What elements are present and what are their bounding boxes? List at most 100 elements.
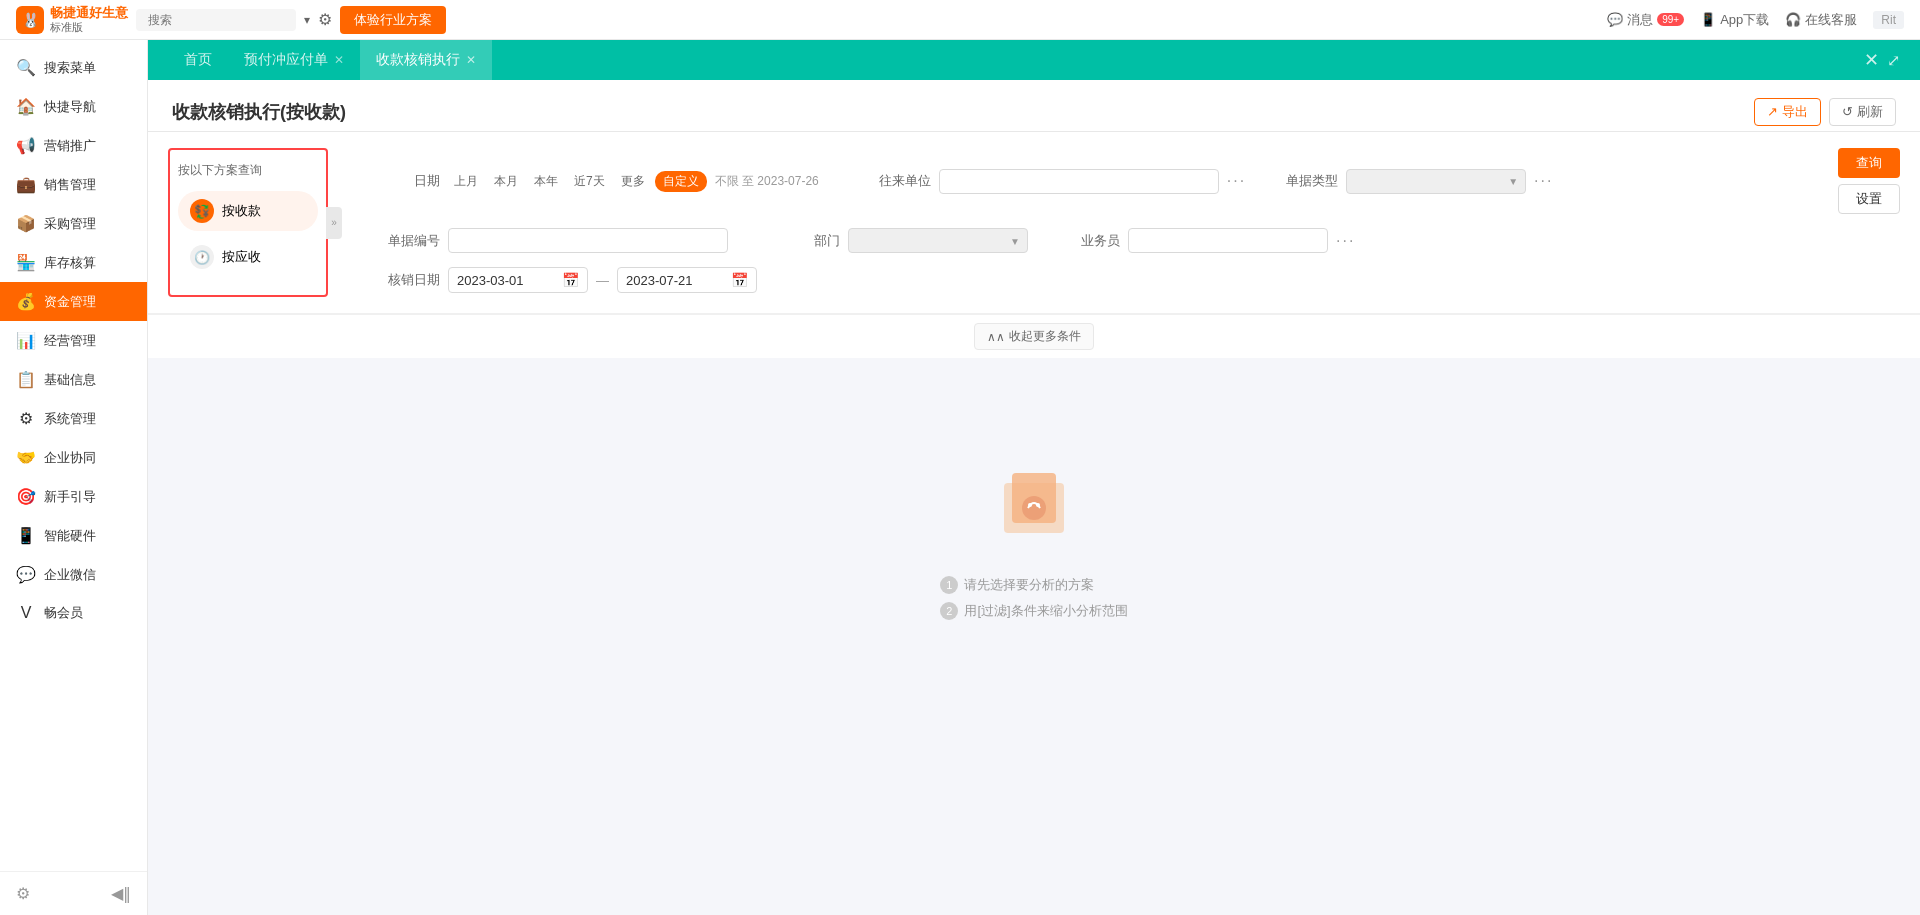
- doc-type-more-btn[interactable]: ···: [1534, 172, 1553, 190]
- sidebar-label-marketing: 营销推广: [44, 137, 96, 155]
- doc-type-select[interactable]: [1346, 169, 1526, 194]
- staff-group: 业务员 ···: [1064, 228, 1355, 253]
- collapse-icon[interactable]: ◀‖: [111, 884, 131, 903]
- settings-icon[interactable]: ⚙: [16, 884, 30, 903]
- message-icon: 💬: [1607, 12, 1623, 27]
- app-name: 畅捷通好生意: [50, 5, 128, 21]
- query-button[interactable]: 查询: [1838, 148, 1900, 178]
- mobile-icon: 📱: [1700, 12, 1716, 27]
- date-btn-custom[interactable]: 自定义: [655, 171, 707, 192]
- member-icon: V: [16, 604, 36, 622]
- sidebar-item-finance[interactable]: 💰 资金管理: [0, 282, 147, 321]
- date-range-hint: 不限 至 2023-07-26: [715, 173, 819, 190]
- sidebar-item-inventory[interactable]: 🏪 库存核算: [0, 243, 147, 282]
- sidebar-item-guide[interactable]: 🎯 新手引导: [0, 477, 147, 516]
- query-mode-collapse-btn[interactable]: »: [326, 207, 342, 239]
- date-btn-more[interactable]: 更多: [615, 171, 651, 192]
- search-input[interactable]: [136, 9, 296, 31]
- user-name[interactable]: Rit: [1873, 11, 1904, 29]
- date-btn-last-month[interactable]: 上月: [448, 171, 484, 192]
- doc-number-input[interactable]: [448, 228, 728, 253]
- sidebar-item-management[interactable]: 📊 经营管理: [0, 321, 147, 360]
- sidebar: 🔍 搜索菜单 🏠 快捷导航 📢 营销推广 💼 销售管理 📦 采购管理 🏪: [0, 40, 148, 915]
- counterparty-more-btn[interactable]: ···: [1227, 172, 1246, 190]
- tab-prepay[interactable]: 预付冲应付单 ✕: [228, 40, 360, 80]
- gear-icon[interactable]: ⚙: [318, 10, 332, 29]
- message-item[interactable]: 💬 消息 99+: [1607, 11, 1684, 29]
- system-icon: ⚙: [16, 409, 36, 428]
- writeoff-end-date[interactable]: 2023-07-21 📅: [617, 267, 757, 293]
- top-bar-left: 🐰 畅捷通好生意 标准版 ▾ ⚙ 体验行业方案: [16, 5, 446, 34]
- sidebar-item-sales[interactable]: 💼 销售管理: [0, 165, 147, 204]
- sidebar-item-system[interactable]: ⚙ 系统管理: [0, 399, 147, 438]
- sidebar-item-search[interactable]: 🔍 搜索菜单: [0, 48, 147, 87]
- top-bar-right: 💬 消息 99+ 📱 App下载 🎧 在线客服 Rit: [1607, 11, 1904, 29]
- sidebar-label-basic-info: 基础信息: [44, 371, 96, 389]
- date-btn-this-year[interactable]: 本年: [528, 171, 564, 192]
- sidebar-label-enterprise: 企业协同: [44, 449, 96, 467]
- sidebar-item-member[interactable]: V 畅会员: [0, 594, 147, 632]
- refresh-button[interactable]: ↺ 刷新: [1829, 98, 1896, 126]
- app-download-item[interactable]: 📱 App下载: [1700, 11, 1769, 29]
- staff-input[interactable]: [1128, 228, 1328, 253]
- tab-writeoff-close[interactable]: ✕: [466, 53, 476, 67]
- date-btn-this-month[interactable]: 本月: [488, 171, 524, 192]
- export-button[interactable]: ↗ 导出: [1754, 98, 1821, 126]
- query-mode-panel: 按以下方案查询 💱 按收款 🕐 按应收 »: [168, 148, 328, 297]
- query-mode-by-receipt[interactable]: 💱 按收款: [178, 191, 318, 231]
- sidebar-item-wechat[interactable]: 💬 企业微信: [0, 555, 147, 594]
- staff-more-btn[interactable]: ···: [1336, 232, 1355, 250]
- filter-fields: 日期 上月 本月 本年 近7天 更多 自定义 不限 至 2023-07-26: [352, 148, 1900, 297]
- sidebar-item-quicknav[interactable]: 🏠 快捷导航: [0, 87, 147, 126]
- close-window-icon[interactable]: ✕: [1864, 49, 1879, 71]
- counterparty-label: 往来单位: [875, 172, 931, 190]
- sidebar-item-purchase[interactable]: 📦 采购管理: [0, 204, 147, 243]
- tab-prepay-close[interactable]: ✕: [334, 53, 344, 67]
- marketing-icon: 📢: [16, 136, 36, 155]
- sidebar-label-member: 畅会员: [44, 604, 83, 622]
- query-mode-by-receivable[interactable]: 🕐 按应收: [178, 237, 318, 277]
- sidebar-item-basic-info[interactable]: 📋 基础信息: [0, 360, 147, 399]
- calendar-start-icon[interactable]: 📅: [562, 272, 579, 288]
- sidebar-label-search: 搜索菜单: [44, 59, 96, 77]
- filter-more: ∧∧ 收起更多条件: [148, 314, 1920, 358]
- sidebar-label-guide: 新手引导: [44, 488, 96, 506]
- expand-window-icon[interactable]: ⤢: [1887, 51, 1900, 70]
- collapse-more-button[interactable]: ∧∧ 收起更多条件: [974, 323, 1094, 350]
- tip-text-1: 请先选择要分析的方案: [964, 572, 1094, 598]
- date-group: 日期 上月 本月 本年 近7天 更多 自定义 不限 至 2023-07-26: [384, 171, 819, 192]
- tab-home-label: 首页: [184, 51, 212, 69]
- date-label: 日期: [384, 172, 440, 190]
- writeoff-start-date[interactable]: 2023-03-01 📅: [448, 267, 588, 293]
- logo-icon: 🐰: [16, 6, 44, 34]
- sidebar-item-hardware[interactable]: 📱 智能硬件: [0, 516, 147, 555]
- empty-tip-2: 2 用[过滤]条件来缩小分析范围: [940, 598, 1127, 624]
- sidebar-label-wechat: 企业微信: [44, 566, 96, 584]
- tip-num-1: 1: [940, 576, 958, 594]
- sidebar-label-hardware: 智能硬件: [44, 527, 96, 545]
- tab-writeoff[interactable]: 收款核销执行 ✕: [360, 40, 492, 80]
- sidebar-item-enterprise[interactable]: 🤝 企业协同: [0, 438, 147, 477]
- sidebar-label-management: 经营管理: [44, 332, 96, 350]
- dept-select[interactable]: [848, 228, 1028, 253]
- setting-button[interactable]: 设置: [1838, 184, 1900, 214]
- date-btn-7days[interactable]: 近7天: [568, 171, 611, 192]
- tab-prepay-label: 预付冲应付单: [244, 51, 328, 69]
- sidebar-label-quicknav: 快捷导航: [44, 98, 96, 116]
- sidebar-label-inventory: 库存核算: [44, 254, 96, 272]
- dropdown-icon[interactable]: ▾: [304, 13, 310, 27]
- page-title: 收款核销执行(按收款): [172, 100, 346, 124]
- online-service-item[interactable]: 🎧 在线客服: [1785, 11, 1857, 29]
- tab-home[interactable]: 首页: [168, 40, 228, 80]
- tab-bar-actions: ✕ ⤢: [1864, 49, 1900, 71]
- solution-button[interactable]: 体验行业方案: [340, 6, 446, 34]
- dept-label: 部门: [784, 232, 840, 250]
- counterparty-input[interactable]: [939, 169, 1219, 194]
- writeoff-date-group: 核销日期 2023-03-01 📅 — 2023-07-21 📅: [384, 267, 757, 293]
- brand-label: 标准版: [50, 21, 128, 34]
- hardware-icon: 📱: [16, 526, 36, 545]
- calendar-end-icon[interactable]: 📅: [731, 272, 748, 288]
- doc-number-label: 单据编号: [384, 232, 440, 250]
- wechat-icon: 💬: [16, 565, 36, 584]
- sidebar-item-marketing[interactable]: 📢 营销推广: [0, 126, 147, 165]
